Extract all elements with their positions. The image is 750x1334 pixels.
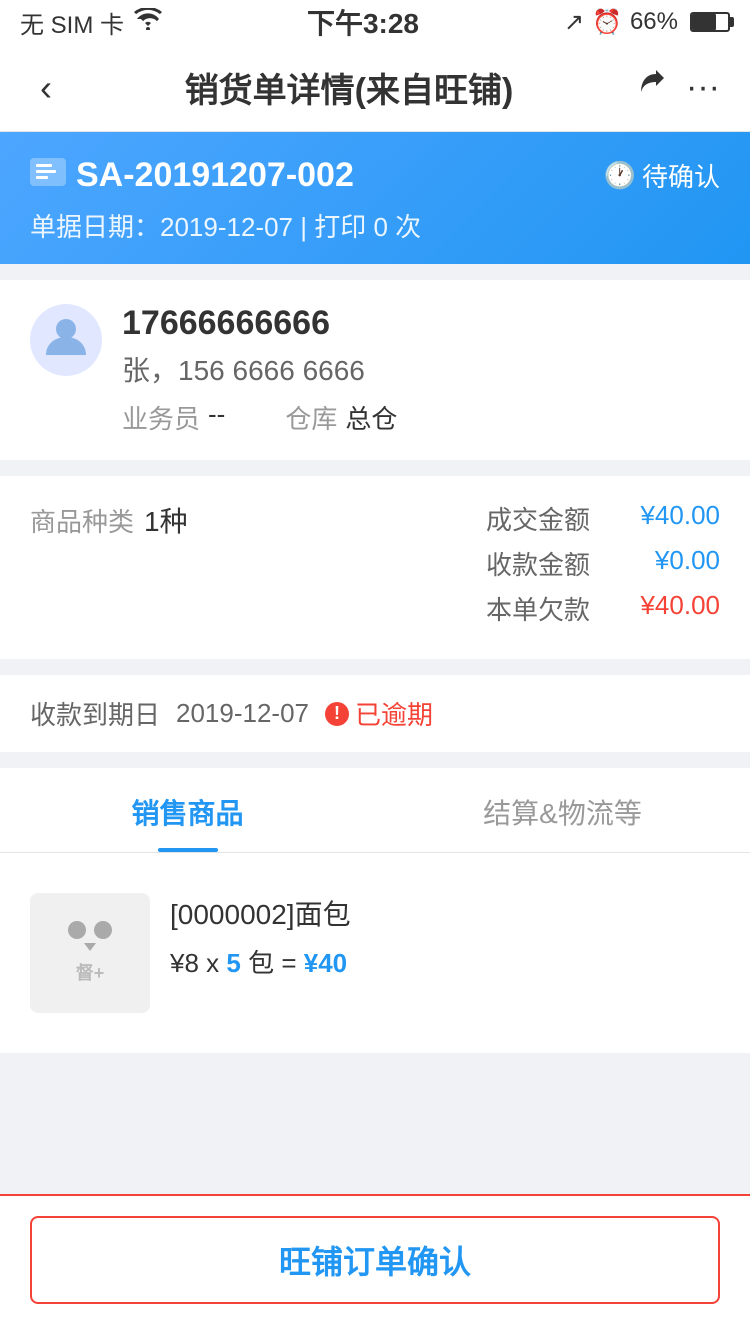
status-right: ↗ ⏰ 66% xyxy=(564,8,730,37)
alarm-icon: ⏰ xyxy=(592,8,622,37)
due-date-section: 收款到期日 2019-12-07 ! 已逾期 xyxy=(0,675,750,752)
owed-value: ¥40.00 xyxy=(620,590,720,627)
product-section: 督+ [0000002]面包 ¥8 x 5 包 = ¥40 xyxy=(0,853,750,1053)
wifi-icon xyxy=(134,8,162,37)
status-clock-icon: 🕐 xyxy=(604,160,636,191)
status-time: 下午3:28 xyxy=(307,2,419,42)
overdue-badge: ! 已逾期 xyxy=(325,695,433,732)
equals-sign: = xyxy=(281,948,303,978)
due-date-value: 2019-12-07 xyxy=(176,698,309,729)
avatar xyxy=(30,304,102,376)
product-details: [0000002]面包 ¥8 x 5 包 = ¥40 xyxy=(170,893,720,980)
order-date-row: 单据日期：2019-12-07 | 打印 0 次 xyxy=(30,207,720,244)
battery-percent: 66% xyxy=(630,8,678,36)
product-unit: 包 xyxy=(248,948,274,978)
salesperson-value: -- xyxy=(208,399,225,436)
person-icon xyxy=(44,313,88,367)
received-label: 收款金额 xyxy=(486,545,590,582)
tabs-bar: 销售商品 结算&物流等 xyxy=(0,768,750,853)
amount-label: 成交金额 xyxy=(486,500,590,537)
salesperson-label: 业务员 xyxy=(122,399,200,436)
received-value: ¥0.00 xyxy=(620,545,720,582)
battery-icon xyxy=(690,12,730,32)
order-status: 🕐 待确认 xyxy=(604,157,720,194)
owl-beak-icon xyxy=(84,943,96,951)
product-price-row: ¥8 x 5 包 = ¥40 xyxy=(170,943,720,980)
customer-meta: 业务员 -- 仓库 总仓 xyxy=(122,399,720,436)
tab-settlement-logistics[interactable]: 结算&物流等 xyxy=(375,768,750,852)
owed-label: 本单欠款 xyxy=(486,590,590,627)
summary-section: 商品种类 1种 成交金额 ¥40.00 收款金额 ¥0.00 本单欠款 ¥40.… xyxy=(0,476,750,659)
price-per-unit: ¥8 xyxy=(170,948,199,978)
share-icon[interactable] xyxy=(636,68,666,107)
status-bar: 无 SIM 卡 下午3:28 ↗ ⏰ 66% xyxy=(0,0,750,44)
summary-amounts: 成交金额 ¥40.00 收款金额 ¥0.00 本单欠款 ¥40.00 xyxy=(486,500,720,635)
product-name: [0000002]面包 xyxy=(170,893,720,933)
tab-sales-products[interactable]: 销售商品 xyxy=(0,768,375,852)
customer-phone: 17666666666 xyxy=(122,304,720,343)
order-icon xyxy=(30,156,66,195)
nav-actions: ··· xyxy=(636,68,720,107)
product-thumbnail: 督+ xyxy=(30,893,150,1013)
product-quantity: 5 xyxy=(226,948,240,978)
carrier-text: 无 SIM 卡 xyxy=(20,5,124,40)
due-date-label: 收款到期日 xyxy=(30,695,160,732)
overdue-text: 已逾期 xyxy=(355,695,433,732)
order-number: SA-20191207-002 xyxy=(30,156,354,195)
product-total: ¥40 xyxy=(304,948,347,978)
owl-left-eye xyxy=(68,921,86,939)
product-item: 督+ [0000002]面包 ¥8 x 5 包 = ¥40 xyxy=(30,873,720,1033)
page-title: 销货单详情(来自旺铺) xyxy=(185,63,514,112)
owl-right-eye xyxy=(94,921,112,939)
warehouse-label: 仓库 xyxy=(285,399,337,436)
overdue-icon: ! xyxy=(325,702,349,726)
bottom-bar: 旺铺订单确认 xyxy=(0,1194,750,1334)
price-multiply: x xyxy=(206,948,226,978)
location-icon: ↗ xyxy=(564,8,584,37)
status-left: 无 SIM 卡 xyxy=(20,5,162,40)
owl-brand-text: 督+ xyxy=(76,959,105,985)
customer-info: 17666666666 张，156 6666 6666 业务员 -- 仓库 总仓 xyxy=(122,304,720,436)
amount-value: ¥40.00 xyxy=(620,500,720,537)
customer-section: 17666666666 张，156 6666 6666 业务员 -- 仓库 总仓 xyxy=(0,280,750,460)
nav-bar: ‹ 销货单详情(来自旺铺) ··· xyxy=(0,44,750,132)
customer-name: 张，156 6666 6666 xyxy=(122,349,720,389)
product-type-count: 1种 xyxy=(144,500,188,540)
product-type-label: 商品种类 xyxy=(30,502,134,539)
warehouse-value: 总仓 xyxy=(345,399,397,436)
confirm-order-button[interactable]: 旺铺订单确认 xyxy=(30,1216,720,1304)
more-icon[interactable]: ··· xyxy=(686,68,720,107)
back-button[interactable]: ‹ xyxy=(30,57,62,119)
order-header-card: SA-20191207-002 🕐 待确认 单据日期：2019-12-07 | … xyxy=(0,132,750,264)
